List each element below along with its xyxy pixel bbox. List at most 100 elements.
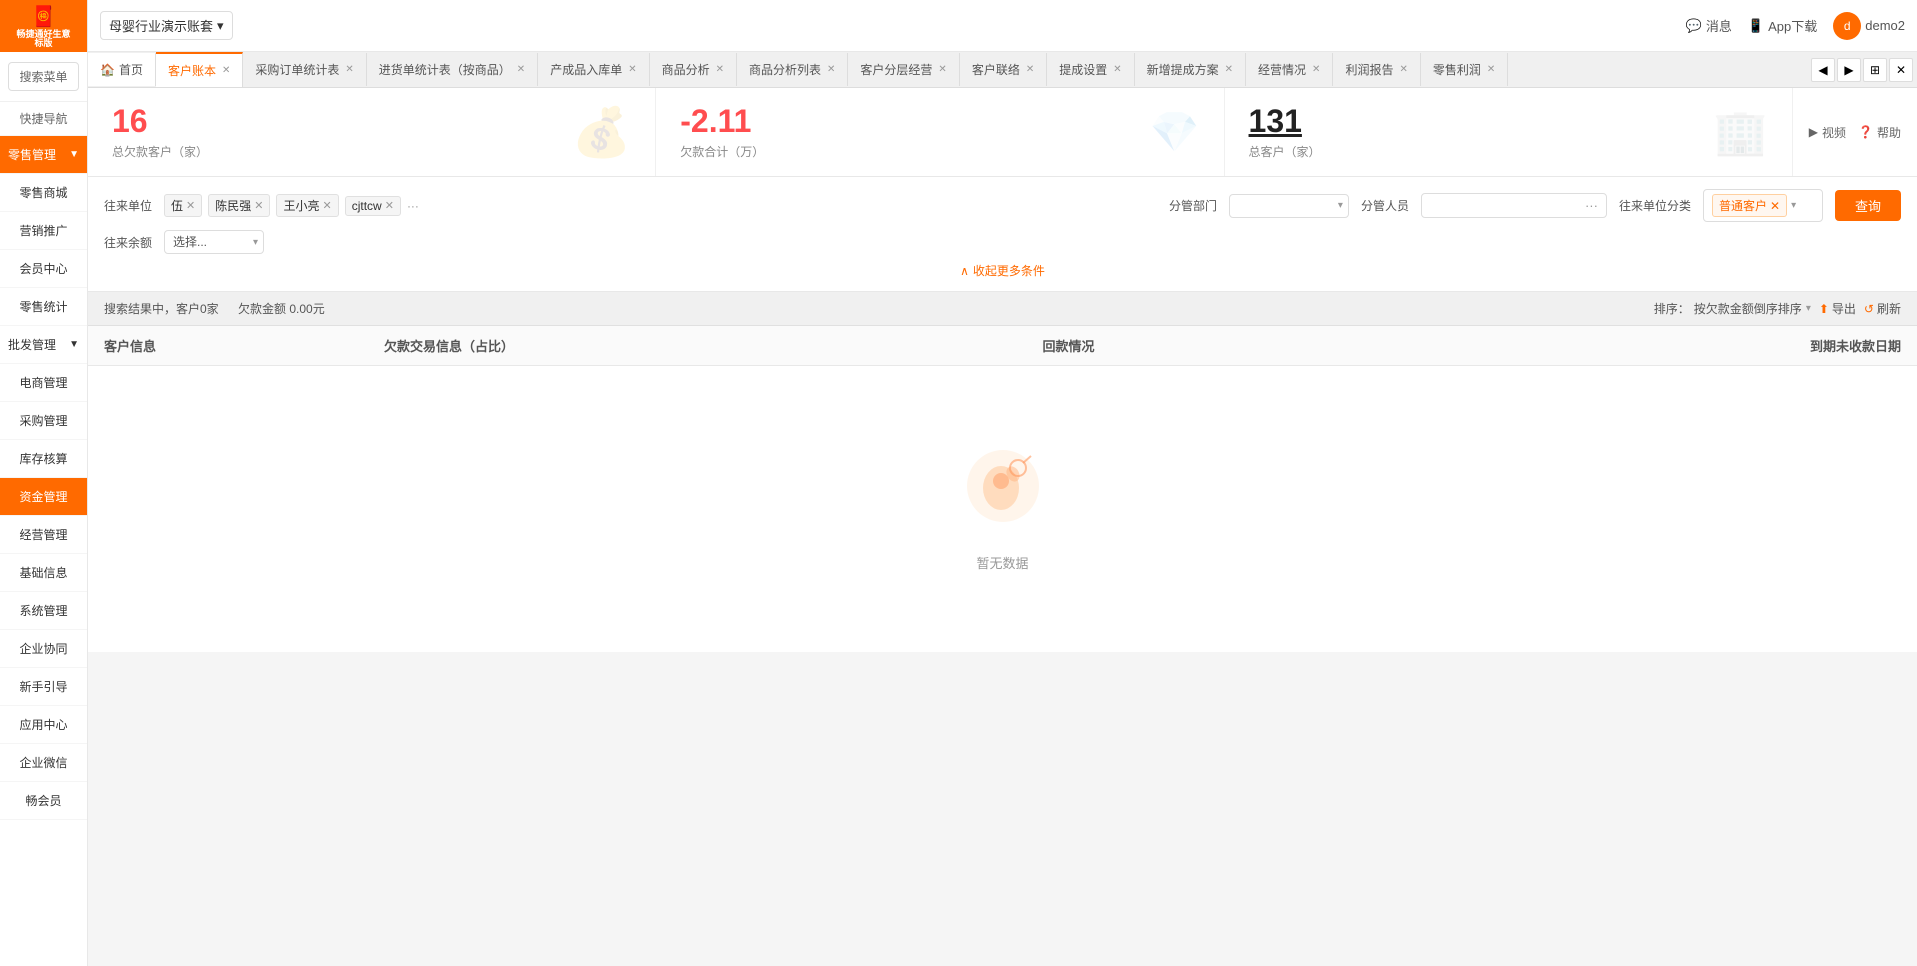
stat-total-customers-value: 131 [1249,104,1302,139]
unit-tags-more[interactable]: ··· [407,199,419,213]
stats-bar: 💰 16 总欠款客户（家） 💎 -2.11 欠款合计（万） 🏢 131 总客户（… [88,88,1917,177]
sidebar-item-purchase[interactable]: 采购管理 [0,402,87,440]
sidebar-item-retail-stats[interactable]: 零售统计 [0,288,87,326]
collapse-up-icon: ∧ [960,264,969,278]
sidebar-item-basic-info[interactable]: 基础信息 [0,554,87,592]
balance-select[interactable]: 选择... [164,230,264,254]
sidebar-search-section: 搜索菜单 [0,52,87,102]
tab-retail-profit[interactable]: 零售利润 ✕ [1421,53,1508,86]
unit-tag-3-close[interactable]: ✕ [385,199,394,212]
empty-state: 暂无数据 [88,366,1917,652]
tab-purchase-order[interactable]: 采购订单统计表 ✕ [243,53,366,86]
tab-goods-analysis[interactable]: 商品分析 ✕ [650,53,737,86]
tab-purchase-order-close[interactable]: ✕ [345,64,353,75]
tab-customer-ledger[interactable]: 客户账本 ✕ [156,52,243,87]
tab-goods-analysis-list[interactable]: 商品分析列表 ✕ [737,53,848,86]
tab-goods-analysis-close[interactable]: ✕ [716,64,724,75]
sidebar-item-member2[interactable]: 畅会员 [0,782,87,820]
stats-bar-actions: ▶ 视频 ❓ 帮助 [1793,88,1917,176]
tab-production[interactable]: 产成品入库单 ✕ [538,53,649,86]
refresh-button[interactable]: ↺ 刷新 [1864,300,1901,317]
video-button[interactable]: ▶ 视频 [1809,124,1846,141]
export-label: 导出 [1832,300,1856,317]
main-content: 母婴行业演示账套 ▾ 💬 消息 📱 App下载 d demo2 🏠 首页 客户账… [88,0,1917,966]
message-button[interactable]: 💬 消息 [1686,16,1732,35]
sidebar-item-retail-mgmt[interactable]: 零售管理 ▼ [0,136,87,174]
unit-type-chevron-icon: ▾ [1791,200,1796,211]
tabs-expand-button[interactable]: ⊞ [1863,58,1887,82]
building-icon: 🏢 [1713,106,1768,158]
tab-home[interactable]: 🏠 首页 [88,53,156,86]
empty-illustration [963,446,1043,526]
dept-select[interactable] [1229,194,1349,218]
tab-profit-report-close[interactable]: ✕ [1399,64,1407,75]
tab-goods-stats-close[interactable]: ✕ [517,64,525,75]
sidebar-item-marketing[interactable]: 营销推广 [0,212,87,250]
tab-commission-close[interactable]: ✕ [1113,64,1121,75]
stat-debt-total-value: -2.11 [680,104,751,139]
username: demo2 [1865,18,1905,33]
help-button[interactable]: ❓ 帮助 [1858,124,1901,141]
unit-tag-0-close[interactable]: ✕ [186,199,195,212]
search-menu-button[interactable]: 搜索菜单 [8,62,79,91]
quick-nav-button[interactable]: 快捷导航 [0,102,87,136]
stat-total-customers: 🏢 131 总客户（家） [1225,88,1793,176]
sidebar-item-finance[interactable]: 资金管理 [0,478,87,516]
tab-customer-layer[interactable]: 客户分层经营 ✕ [848,53,959,86]
tab-production-close[interactable]: ✕ [628,64,636,75]
message-icon: 💬 [1686,18,1702,34]
sidebar-item-retail-mall[interactable]: 零售商城 [0,174,87,212]
empty-icon [963,446,1043,541]
unit-tag-1-close[interactable]: ✕ [254,199,263,212]
empty-text: 暂无数据 [976,553,1028,572]
filter-bar: 往来单位 伍 ✕ 陈民强 ✕ 王小亮 ✕ cjttcw [88,177,1917,292]
filter-row-2: 往来余额 选择... ▾ [104,230,1901,254]
stat-debt-customers: 💰 16 总欠款客户（家） [88,88,656,176]
dept-label: 分管部门 [1169,197,1217,214]
tab-add-commission[interactable]: 新增提成方案 ✕ [1135,53,1246,86]
balance-label: 往来余额 [104,234,152,251]
sidebar-item-operations[interactable]: 经营管理 [0,516,87,554]
sidebar-item-enterprise[interactable]: 企业协同 [0,630,87,668]
col-header-debt: 欠款交易信息（占比） [384,336,1043,355]
tab-add-commission-close[interactable]: ✕ [1225,64,1233,75]
tab-customer-contact[interactable]: 客户联络 ✕ [960,53,1047,86]
logo-sub: 标版 [34,39,52,48]
tabs-next-button[interactable]: ▶ [1837,58,1861,82]
tab-production-label: 产成品入库单 [550,61,622,78]
tab-customer-contact-close[interactable]: ✕ [1026,64,1034,75]
sidebar-item-wholesale[interactable]: 批发管理 ▼ [0,326,87,364]
tab-customer-layer-close[interactable]: ✕ [938,64,946,75]
tabs-prev-button[interactable]: ◀ [1811,58,1835,82]
tab-goods-stats[interactable]: 进货单统计表（按商品） ✕ [367,53,538,86]
person-ellipsis[interactable]: ··· [1585,198,1598,213]
user-profile[interactable]: d demo2 [1833,12,1905,40]
tab-customer-ledger-close[interactable]: ✕ [222,65,230,76]
tab-retail-profit-close[interactable]: ✕ [1487,64,1495,75]
tabs-close-all-button[interactable]: ✕ [1889,58,1913,82]
tab-retail-profit-label: 零售利润 [1433,61,1481,78]
sidebar-item-member[interactable]: 会员中心 [0,250,87,288]
tab-operations[interactable]: 经营情况 ✕ [1246,53,1333,86]
sidebar-item-ecommerce[interactable]: 电商管理 [0,364,87,402]
unit-type-tag-close[interactable]: ✕ [1770,199,1780,213]
person-input[interactable] [1430,199,1585,213]
export-button[interactable]: ⬆ 导出 [1819,300,1856,317]
page-content: 💰 16 总欠款客户（家） 💎 -2.11 欠款合计（万） 🏢 131 总客户（… [88,88,1917,966]
sidebar-item-guide[interactable]: 新手引导 [0,668,87,706]
unit-tag-2-close[interactable]: ✕ [323,199,332,212]
account-selector[interactable]: 母婴行业演示账套 ▾ [100,11,233,40]
tab-operations-close[interactable]: ✕ [1312,64,1320,75]
sidebar-item-inventory[interactable]: 库存核算 [0,440,87,478]
app-download-button[interactable]: 📱 App下载 [1748,16,1817,35]
tab-customer-ledger-label: 客户账本 [168,62,216,79]
query-button[interactable]: 查询 [1835,190,1901,221]
tab-commission[interactable]: 提成设置 ✕ [1047,53,1134,86]
col-header-due-date: 到期未收款日期 [1701,336,1901,355]
sidebar-item-wechat[interactable]: 企业微信 [0,744,87,782]
collapse-button[interactable]: ∧ 收起更多条件 [960,262,1045,279]
sidebar-item-app-center[interactable]: 应用中心 [0,706,87,744]
tab-profit-report[interactable]: 利润报告 ✕ [1333,53,1420,86]
sidebar-item-system[interactable]: 系统管理 [0,592,87,630]
tab-goods-analysis-list-close[interactable]: ✕ [827,64,835,75]
